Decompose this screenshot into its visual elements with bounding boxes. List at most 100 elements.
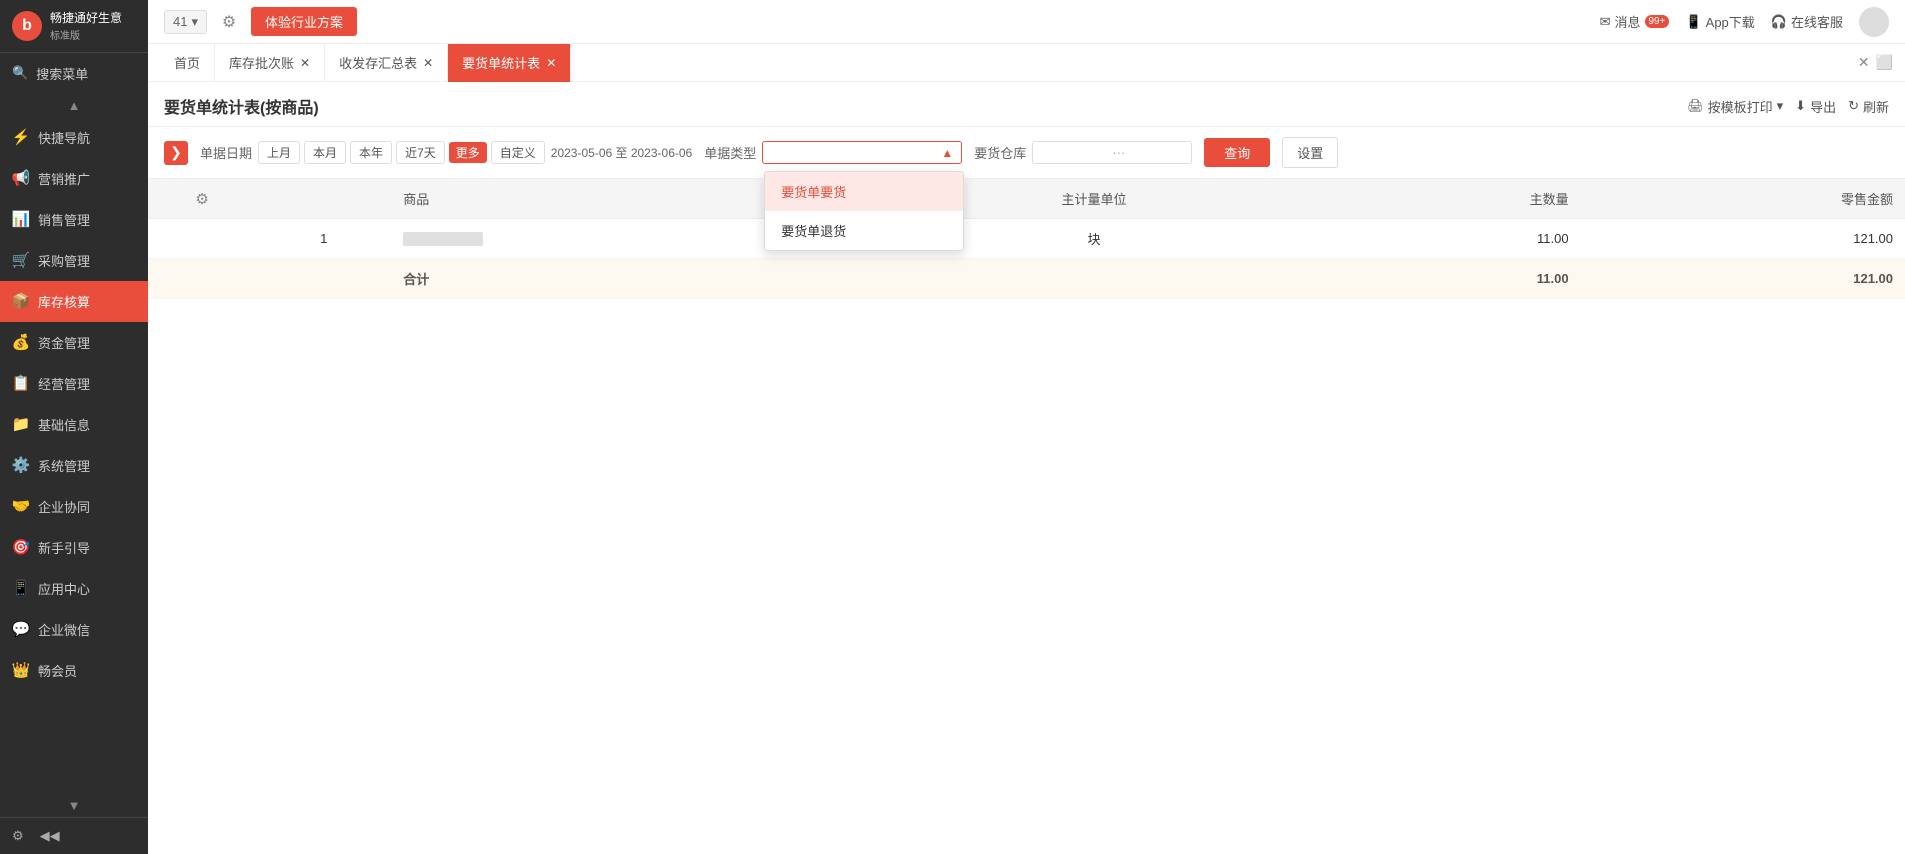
date-filter-label: 单据日期	[200, 143, 252, 162]
nav-label-purchase: 采购管理	[38, 251, 90, 270]
date-curr-year-btn[interactable]: 本年	[350, 141, 392, 164]
tab-requisition-stats-label: 要货单统计表	[462, 53, 540, 72]
query-btn[interactable]: 查询	[1204, 138, 1270, 167]
nav-icon-basic: 📁	[12, 415, 30, 433]
app-download-btn[interactable]: 📱 App下载	[1685, 12, 1754, 31]
sidebar-item-member[interactable]: 👑畅会员	[0, 650, 148, 691]
search-label: 搜索菜单	[36, 64, 88, 83]
sidebar-item-apps[interactable]: 📱应用中心	[0, 568, 148, 609]
warehouse-filter-group: 要货仓库 ···	[974, 141, 1192, 164]
online-service-btn[interactable]: 🎧 在线客服	[1771, 12, 1843, 31]
th-amount: 零售金额	[1581, 179, 1905, 219]
trial-btn[interactable]: 体验行业方案	[251, 7, 357, 36]
type-select-arrow: ▲	[941, 146, 953, 160]
export-icon: ⬇	[1795, 98, 1806, 114]
sidebar-collapse-btn[interactable]: ◀◀	[40, 828, 60, 844]
sidebar-item-operations[interactable]: 📋经营管理	[0, 363, 148, 404]
sidebar-search[interactable]: 🔍 搜索菜单	[0, 53, 148, 94]
service-icon: 🎧	[1771, 14, 1787, 30]
breadcrumb-selector[interactable]: 41 ▾	[164, 10, 207, 34]
sidebar-item-finance[interactable]: 💰资金管理	[0, 322, 148, 363]
sidebar-item-system[interactable]: ⚙️ 系统管理	[0, 445, 148, 486]
date-last7days-btn[interactable]: 近7天	[396, 141, 445, 164]
app-download-label: App下载	[1706, 12, 1755, 31]
search-icon: 🔍	[12, 65, 28, 81]
type-select[interactable]: ▲	[762, 141, 962, 164]
messages-btn[interactable]: ✉ 消息 99+	[1600, 12, 1670, 31]
nav-label-apps: 应用中心	[38, 579, 90, 598]
sidebar-scroll-up[interactable]: ▲	[0, 94, 148, 117]
type-select-input[interactable]	[771, 145, 941, 160]
print-btn[interactable]: 🖨 按模板打印 ▾	[1687, 97, 1783, 116]
tab-receipt-summary-close[interactable]: ✕	[423, 56, 433, 70]
main-table: ⚙ 商品 主计量单位 主数量 零售金额 1 块	[148, 179, 1905, 299]
date-filter-group: 单据日期 上月 本月 本年 近7天 更多 自定义 2023-05-06 至 20…	[200, 141, 692, 164]
page-content: 要货单统计表(按商品) 🖨 按模板打印 ▾ ⬇ 导出 ↻ 刷新	[148, 82, 1905, 854]
sidebar-nav: ⚡快捷导航📢营销推广📊销售管理 🛒 采购管理 📦库存核算💰资金管理📋经营管理 📁 基础信息…	[0, 117, 148, 794]
dropdown-item-requisition-order[interactable]: 要货单要货	[765, 172, 963, 211]
date-more-badge[interactable]: 更多	[449, 142, 487, 163]
tab-requisition-stats[interactable]: 要货单统计表 ✕	[448, 44, 571, 82]
sidebar-item-inventory[interactable]: 📦库存核算	[0, 281, 148, 322]
restore-tab-btn[interactable]: ⬜	[1876, 54, 1893, 71]
tab-home-label: 首页	[174, 53, 200, 72]
sidebar-logo: b 畅捷通好生意 标准版	[0, 0, 148, 53]
sidebar-item-marketing[interactable]: 📢营销推广	[0, 158, 148, 199]
sidebar-scroll-down[interactable]: ▼	[0, 794, 148, 817]
th-qty: 主数量	[1256, 179, 1580, 219]
nav-label-basic: 基础信息	[38, 415, 90, 434]
tab-receipt-summary[interactable]: 收发存汇总表 ✕	[325, 44, 448, 82]
table-column-settings-icon[interactable]: ⚙	[195, 191, 208, 208]
nav-icon-member: 👑	[12, 661, 30, 679]
tab-requisition-stats-close[interactable]: ✕	[546, 56, 556, 70]
nav-icon-system: ⚙️	[12, 456, 30, 474]
sidebar-item-sales[interactable]: 📊销售管理	[0, 199, 148, 240]
refresh-btn[interactable]: ↻ 刷新	[1848, 97, 1889, 116]
sidebar-item-enterprise[interactable]: 🤝企业协同	[0, 486, 148, 527]
dropdown-item-requisition-return[interactable]: 要货单退货	[765, 211, 963, 250]
sidebar-item-guide[interactable]: 🎯新手引导	[0, 527, 148, 568]
sidebar: b 畅捷通好生意 标准版 🔍 搜索菜单 ▲ ⚡快捷导航📢营销推广📊销售管理 🛒 采购…	[0, 0, 148, 854]
nav-label-system: 系统管理	[38, 456, 90, 475]
tab-inventory-batch[interactable]: 库存批次账 ✕	[215, 44, 325, 82]
sidebar-settings-btn[interactable]: ⚙	[12, 828, 24, 844]
tab-inventory-batch-close[interactable]: ✕	[300, 56, 310, 70]
nav-icon-purchase: 🛒	[12, 251, 30, 269]
page-title: 要货单统计表(按商品)	[164, 94, 319, 118]
refresh-icon: ↻	[1848, 98, 1859, 114]
page-container: 要货单统计表(按商品) 🖨 按模板打印 ▾ ⬇ 导出 ↻ 刷新	[148, 82, 1905, 854]
print-chevron: ▾	[1777, 98, 1784, 114]
user-avatar[interactable]	[1859, 7, 1889, 37]
sidebar-bottom: ⚙ ◀◀	[0, 817, 148, 854]
summary-label: 合计	[391, 259, 932, 299]
warehouse-select[interactable]: ···	[1032, 141, 1192, 164]
date-prev-month-btn[interactable]: 上月	[258, 141, 300, 164]
nav-label-enterprise: 企业协同	[38, 497, 90, 516]
logo-text: 畅捷通好生意	[50, 10, 122, 27]
sidebar-item-wechat[interactable]: 💬企业微信	[0, 609, 148, 650]
date-curr-month-btn[interactable]: 本月	[304, 141, 346, 164]
th-unit: 主计量单位	[932, 179, 1256, 219]
print-label: 按模板打印	[1708, 97, 1773, 116]
message-icon: ✉	[1600, 14, 1611, 30]
date-custom-btn[interactable]: 自定义	[491, 141, 545, 164]
filter-toggle-btn[interactable]: ❯	[164, 141, 188, 165]
sidebar-item-quick-nav[interactable]: ⚡快捷导航	[0, 117, 148, 158]
settings-gear-btn[interactable]: ⚙	[215, 8, 243, 36]
topbar-right: ✉ 消息 99+ 📱 App下载 🎧 在线客服	[1600, 7, 1889, 37]
date-quick-btns: 上月 本月 本年 近7天 更多 自定义	[258, 141, 545, 164]
summary-unit-empty	[932, 259, 1256, 299]
online-service-label: 在线客服	[1791, 12, 1843, 31]
nav-icon-wechat: 💬	[12, 620, 30, 638]
refresh-label: 刷新	[1863, 97, 1889, 116]
export-btn[interactable]: ⬇ 导出	[1795, 97, 1836, 116]
sidebar-item-basic[interactable]: 📁 基础信息	[0, 404, 148, 445]
sidebar-item-purchase[interactable]: 🛒 采购管理	[0, 240, 148, 281]
nav-label-guide: 新手引导	[38, 538, 90, 557]
messages-label: 消息	[1614, 12, 1640, 31]
close-all-tabs-btn[interactable]: ✕	[1858, 54, 1870, 71]
summary-qty: 11.00	[1256, 259, 1580, 299]
selector-chevron-icon: ▾	[191, 14, 198, 30]
filter-settings-btn[interactable]: 设置	[1282, 137, 1338, 168]
tab-home[interactable]: 首页	[160, 44, 215, 82]
